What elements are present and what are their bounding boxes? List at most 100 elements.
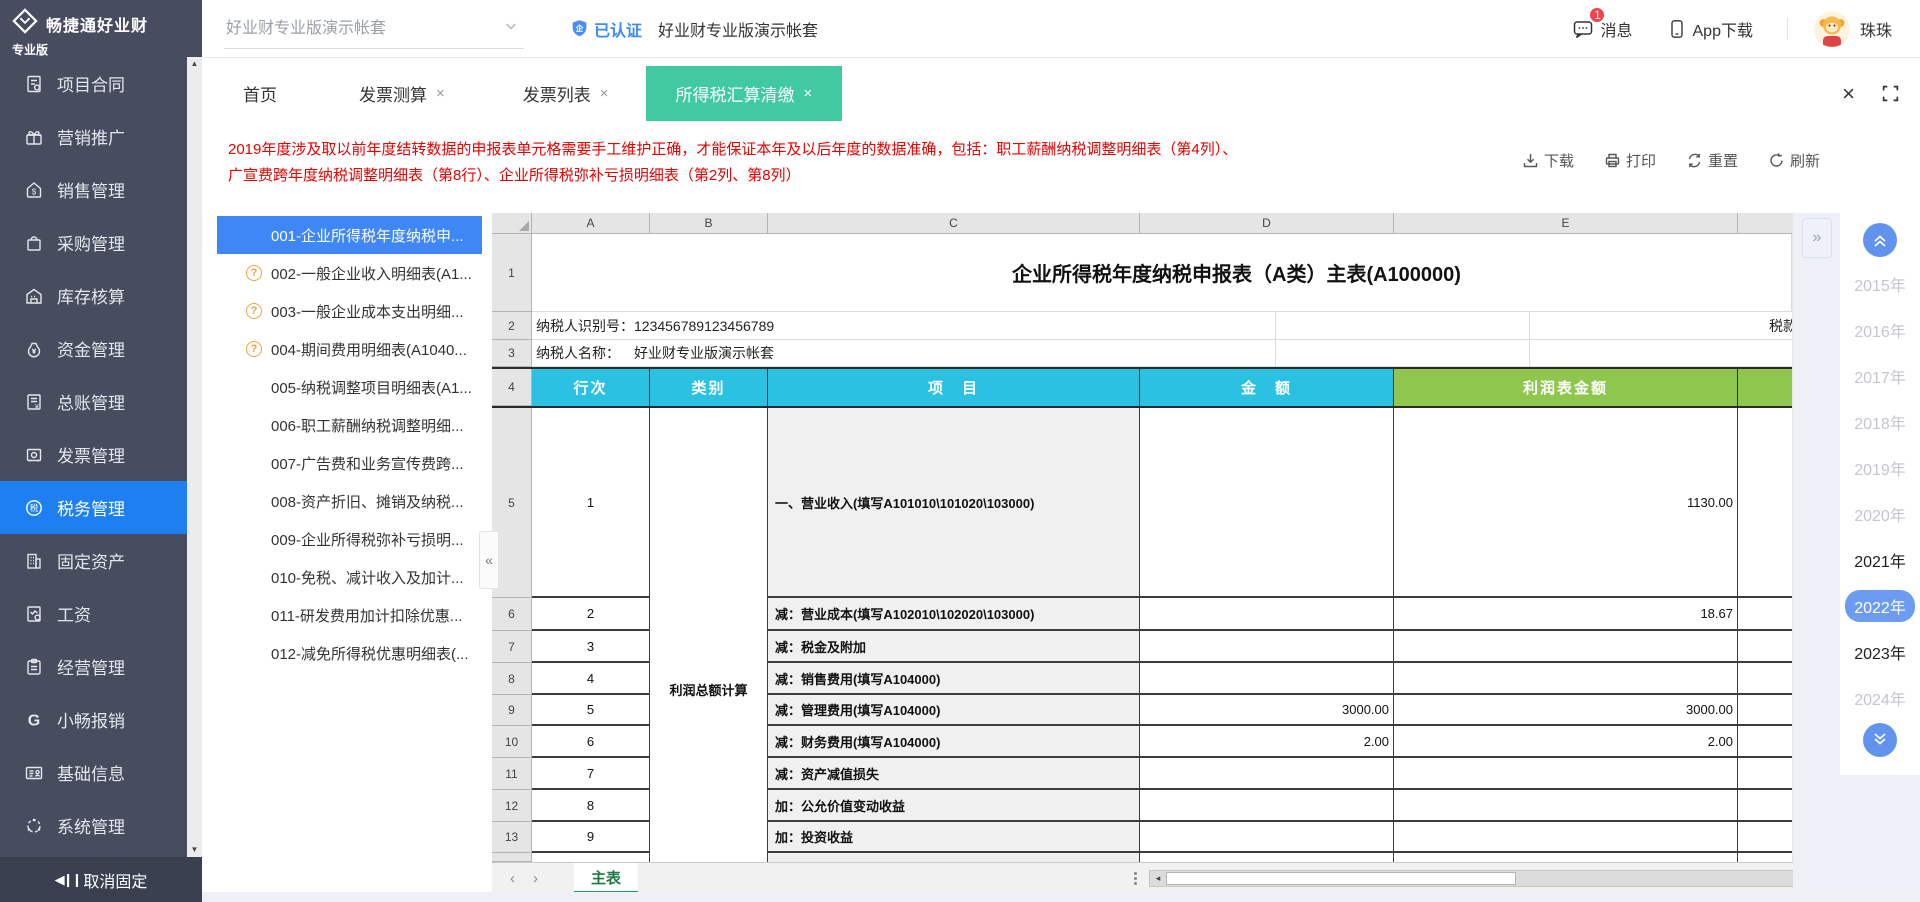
row-header-11[interactable]: 11	[492, 758, 532, 790]
next-sheet-icon[interactable]: ›	[533, 870, 538, 887]
empty-cell[interactable]	[1276, 312, 1530, 340]
profit-cell[interactable]	[1394, 663, 1738, 695]
column-header-a[interactable]: A	[532, 213, 650, 234]
amount-cell[interactable]	[1140, 822, 1394, 853]
scroll-up-icon[interactable]: ▲	[191, 60, 199, 68]
help-icon[interactable]: ?	[246, 265, 262, 281]
form-item-001[interactable]: 001-企业所得税年度纳税申...	[217, 216, 482, 254]
amount-cell[interactable]	[1140, 790, 1394, 822]
sidebar-item-expense[interactable]: G 小畅报销	[0, 693, 202, 746]
sidebar-item-tax-mgmt[interactable]: 税 税务管理	[0, 481, 202, 534]
tab-home[interactable]: 首页	[222, 66, 298, 121]
profit-cell[interactable]	[1394, 631, 1738, 663]
row-header-4[interactable]: 4	[492, 369, 532, 406]
sidebar-item-inventory[interactable]: 库存核算	[0, 269, 202, 322]
form-item-009[interactable]: 009-企业所得税弥补亏损明...	[217, 520, 482, 558]
header-amount[interactable]: 金 额	[1140, 369, 1394, 406]
row-header-6[interactable]: 6	[492, 598, 532, 631]
sidebar-item-operations[interactable]: 经营管理	[0, 640, 202, 693]
form-item-010[interactable]: 010-免税、减计收入及加计...	[217, 558, 482, 596]
print-button[interactable]: 打印	[1604, 150, 1656, 171]
column-header-b[interactable]: B	[650, 213, 768, 234]
empty-cell[interactable]	[1738, 726, 1792, 758]
sidebar-item-fixed-assets[interactable]: 固定资产	[0, 534, 202, 587]
item-cell[interactable]: 减：财务费用(填写A104000)	[768, 726, 1140, 758]
item-cell[interactable]: 减：销售费用(填写A104000)	[768, 663, 1140, 695]
report-title-cell[interactable]: 企业所得税年度纳税申报表（A类）主表(A100000)	[532, 234, 1792, 312]
column-header-f[interactable]	[1738, 213, 1792, 234]
column-header-e[interactable]: E	[1394, 213, 1738, 234]
sidebar-item-funds[interactable]: 资金管理	[0, 322, 202, 375]
year-2024[interactable]: 2024年	[1854, 675, 1906, 721]
help-icon[interactable]: ?	[246, 303, 262, 319]
sidebar-item-project-contract[interactable]: 项目合同	[0, 57, 202, 110]
refresh-button[interactable]: 刷新	[1768, 150, 1820, 171]
form-item-006[interactable]: 006-职工薪酬纳税调整明细...	[217, 406, 482, 444]
profit-cell[interactable]	[1394, 758, 1738, 790]
sidebar-item-general-ledger[interactable]: ¥ 总账管理	[0, 375, 202, 428]
year-2018[interactable]: 2018年	[1854, 399, 1906, 445]
messages-button[interactable]: 消息 1	[1572, 5, 1633, 41]
verified-badge[interactable]: 企 已认证	[570, 17, 642, 41]
header-category[interactable]: 类别	[650, 369, 768, 406]
help-icon[interactable]: ?	[246, 341, 262, 357]
year-2021[interactable]: 2021年	[1854, 537, 1906, 583]
amount-cell[interactable]	[1140, 408, 1394, 598]
amount-cell[interactable]	[1140, 663, 1394, 695]
account-set-selector[interactable]: 好业财专业版演示帐套	[224, 8, 524, 49]
year-2016[interactable]: 2016年	[1854, 307, 1906, 353]
sidebar-item-sales[interactable]: $ 销售管理	[0, 163, 202, 216]
prev-sheet-icon[interactable]: ‹	[510, 870, 515, 887]
years-scroll-up-button[interactable]	[1863, 223, 1897, 257]
form-item-011[interactable]: 011-研发费用加计扣除优惠...	[217, 596, 482, 634]
sidebar-item-marketing[interactable]: 营销推广	[0, 110, 202, 163]
row-header-8[interactable]: 8	[492, 663, 532, 695]
item-cell[interactable]: 减：税金及附加	[768, 631, 1140, 663]
header-extra[interactable]	[1738, 369, 1792, 406]
form-item-004[interactable]: ? 004-期间费用明细表(A1040...	[217, 330, 482, 368]
column-header-c[interactable]: C	[768, 213, 1140, 234]
empty-cell[interactable]	[1738, 408, 1792, 598]
empty-cell[interactable]	[1738, 631, 1792, 663]
amount-cell[interactable]	[1140, 598, 1394, 631]
years-scroll-down-button[interactable]	[1863, 723, 1897, 757]
year-2019[interactable]: 2019年	[1854, 445, 1906, 491]
sidebar-item-system[interactable]: 系统管理	[0, 799, 202, 852]
line-no-cell[interactable]: 7	[532, 758, 650, 790]
empty-cell[interactable]	[1738, 822, 1792, 853]
line-no-cell[interactable]: 2	[532, 598, 650, 631]
row-header-1[interactable]: 1	[492, 234, 532, 312]
download-button[interactable]: 下载	[1522, 150, 1574, 171]
line-no-cell[interactable]: 6	[532, 726, 650, 758]
empty-cell[interactable]	[1738, 695, 1792, 726]
profit-cell[interactable]: 2.00	[1394, 726, 1738, 758]
user-avatar[interactable]	[1813, 10, 1850, 47]
unpin-sidebar-button[interactable]: ◀❙❙ 取消固定	[0, 857, 202, 902]
empty-cell[interactable]	[1738, 758, 1792, 790]
form-item-012[interactable]: 012-减免所得税优惠明细表(...	[217, 634, 482, 672]
row-header-7[interactable]: 7	[492, 631, 532, 663]
profit-cell[interactable]	[1394, 790, 1738, 822]
item-cell[interactable]: 减：营业成本(填写A102010\102020\103000)	[768, 598, 1140, 631]
item-cell[interactable]: 加：公允价值变动收益	[768, 790, 1140, 822]
year-2022[interactable]: 2022年	[1845, 583, 1915, 629]
line-no-cell[interactable]: 3	[532, 631, 650, 663]
header-item[interactable]: 项 目	[768, 369, 1140, 406]
row-header-2[interactable]: 2	[492, 312, 532, 340]
row-header-3[interactable]: 3	[492, 340, 532, 367]
category-merged-cell[interactable]: 利润总额计算	[650, 408, 768, 853]
select-all-corner[interactable]	[492, 213, 532, 234]
row-header-10[interactable]: 10	[492, 726, 532, 758]
line-no-cell[interactable]: 5	[532, 695, 650, 726]
expand-panel-button[interactable]: »	[1802, 218, 1832, 258]
tab-invoice-estimate[interactable]: 发票测算 ×	[338, 66, 466, 121]
horizontal-scrollbar[interactable]: ◂ ▸	[1149, 870, 1805, 887]
profit-cell[interactable]	[1394, 822, 1738, 853]
amount-cell[interactable]: 2.00	[1140, 726, 1394, 758]
item-cell[interactable]: 减：管理费用(填写A104000)	[768, 695, 1140, 726]
row-header-9[interactable]: 9	[492, 695, 532, 726]
empty-cell[interactable]	[1276, 340, 1530, 367]
row-header-13[interactable]: 13	[492, 822, 532, 853]
line-no-cell[interactable]: 8	[532, 790, 650, 822]
row-header-14[interactable]	[492, 853, 532, 862]
